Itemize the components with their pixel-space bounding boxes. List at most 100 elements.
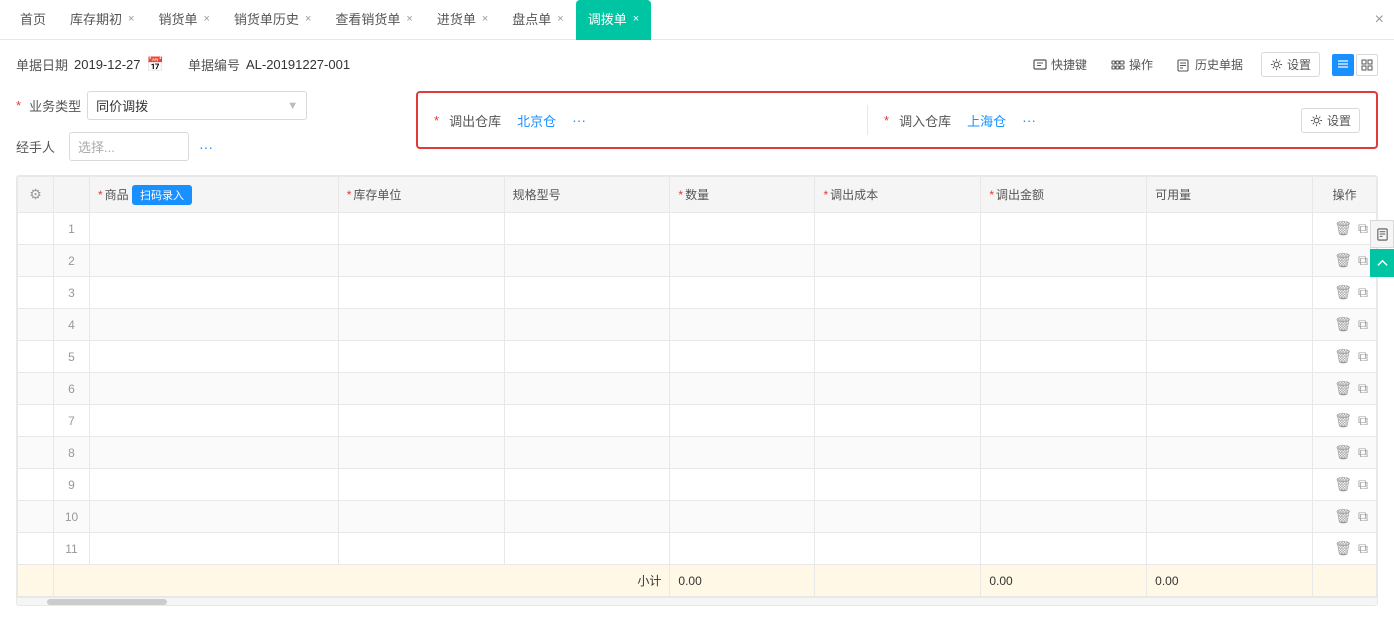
td-spec[interactable] (504, 469, 670, 501)
business-type-input[interactable]: 同价调拨 ▼ (87, 91, 307, 120)
td-cost[interactable] (815, 213, 981, 245)
copy-icon[interactable]: ⧉ (1358, 220, 1368, 237)
tab-close-inventory-init[interactable]: × (128, 13, 134, 25)
td-qty[interactable] (670, 469, 815, 501)
td-qty[interactable] (670, 245, 815, 277)
shortcut-btn[interactable]: 快捷键 (1027, 53, 1093, 76)
td-amount[interactable] (981, 533, 1147, 565)
sidebar-notes-btn[interactable] (1370, 220, 1394, 248)
td-product[interactable] (90, 309, 339, 341)
td-amount[interactable] (981, 501, 1147, 533)
delete-icon[interactable]: 🗑 (1334, 412, 1352, 429)
td-product[interactable] (90, 501, 339, 533)
tab-view-sales[interactable]: 查看销货单 × (323, 0, 424, 40)
td-qty[interactable] (670, 309, 815, 341)
scan-btn[interactable]: 扫码录入 (132, 185, 192, 205)
delete-icon[interactable]: 🗑 (1334, 380, 1352, 397)
delete-icon[interactable]: 🗑 (1334, 540, 1352, 557)
td-unit[interactable] (338, 245, 504, 277)
scrollbar[interactable] (17, 597, 1377, 605)
td-qty[interactable] (670, 213, 815, 245)
sidebar-expand-btn[interactable] (1370, 249, 1394, 277)
delete-icon[interactable]: 🗑 (1334, 284, 1352, 301)
td-qty[interactable] (670, 341, 815, 373)
td-spec[interactable] (504, 373, 670, 405)
td-spec[interactable] (504, 213, 670, 245)
settings-btn[interactable]: 设置 (1261, 52, 1320, 77)
td-amount[interactable] (981, 437, 1147, 469)
tab-inventory-init[interactable]: 库存期初 × (58, 0, 146, 40)
td-unit[interactable] (338, 405, 504, 437)
delete-icon[interactable]: 🗑 (1334, 444, 1352, 461)
td-product[interactable] (90, 277, 339, 309)
td-product[interactable] (90, 245, 339, 277)
toolbar-list-icon[interactable] (1332, 54, 1354, 76)
td-unit[interactable] (338, 341, 504, 373)
td-cost[interactable] (815, 373, 981, 405)
delete-icon[interactable]: 🗑 (1334, 220, 1352, 237)
td-product[interactable] (90, 213, 339, 245)
td-amount[interactable] (981, 213, 1147, 245)
td-cost[interactable] (815, 277, 981, 309)
td-spec[interactable] (504, 405, 670, 437)
td-qty[interactable] (670, 373, 815, 405)
td-amount[interactable] (981, 341, 1147, 373)
td-cost[interactable] (815, 533, 981, 565)
td-amount[interactable] (981, 309, 1147, 341)
copy-icon[interactable]: ⧉ (1358, 508, 1368, 525)
td-product[interactable] (90, 405, 339, 437)
td-spec[interactable] (504, 437, 670, 469)
tab-bar-close-all[interactable]: × (1375, 11, 1384, 29)
td-spec[interactable] (504, 501, 670, 533)
td-qty[interactable] (670, 405, 815, 437)
td-unit[interactable] (338, 501, 504, 533)
td-cost[interactable] (815, 437, 981, 469)
td-qty[interactable] (670, 277, 815, 309)
tab-sales[interactable]: 销货单 × (146, 0, 221, 40)
person-more-btn[interactable]: ··· (199, 139, 213, 155)
td-unit[interactable] (338, 213, 504, 245)
transfer-out-more-btn[interactable]: ··· (572, 112, 586, 128)
td-unit[interactable] (338, 437, 504, 469)
td-spec[interactable] (504, 277, 670, 309)
delete-icon[interactable]: 🗑 (1334, 476, 1352, 493)
td-unit[interactable] (338, 373, 504, 405)
td-unit[interactable] (338, 469, 504, 501)
td-amount[interactable] (981, 245, 1147, 277)
tab-sales-history[interactable]: 销货单历史 × (222, 0, 323, 40)
td-product[interactable] (90, 373, 339, 405)
td-spec[interactable] (504, 341, 670, 373)
tab-inventory[interactable]: 盘点单 × (500, 0, 575, 40)
calendar-icon[interactable]: 📅 (147, 56, 164, 73)
copy-icon[interactable]: ⧉ (1358, 316, 1368, 333)
td-unit[interactable] (338, 309, 504, 341)
td-amount[interactable] (981, 373, 1147, 405)
td-qty[interactable] (670, 501, 815, 533)
td-spec[interactable] (504, 309, 670, 341)
tab-home[interactable]: 首页 (8, 0, 58, 40)
td-unit[interactable] (338, 533, 504, 565)
td-cost[interactable] (815, 469, 981, 501)
td-cost[interactable] (815, 501, 981, 533)
operation-btn[interactable]: 操作 (1105, 53, 1159, 76)
td-product[interactable] (90, 533, 339, 565)
copy-icon[interactable]: ⧉ (1358, 476, 1368, 493)
td-product[interactable] (90, 437, 339, 469)
tab-purchase[interactable]: 进货单 × (425, 0, 500, 40)
copy-icon[interactable]: ⧉ (1358, 380, 1368, 397)
td-spec[interactable] (504, 533, 670, 565)
td-cost[interactable] (815, 309, 981, 341)
delete-icon[interactable]: 🗑 (1334, 252, 1352, 269)
td-cost[interactable] (815, 341, 981, 373)
td-qty[interactable] (670, 533, 815, 565)
warehouse-settings-btn[interactable]: 设置 (1301, 108, 1360, 133)
copy-icon[interactable]: ⧉ (1358, 540, 1368, 557)
person-select[interactable]: 选择... (69, 132, 189, 161)
table-gear-icon[interactable]: ⚙ (29, 186, 42, 202)
tab-close-view-sales[interactable]: × (406, 13, 412, 25)
tab-close-sales-history[interactable]: × (305, 13, 311, 25)
td-cost[interactable] (815, 245, 981, 277)
copy-icon[interactable]: ⧉ (1358, 444, 1368, 461)
td-cost[interactable] (815, 405, 981, 437)
td-amount[interactable] (981, 277, 1147, 309)
